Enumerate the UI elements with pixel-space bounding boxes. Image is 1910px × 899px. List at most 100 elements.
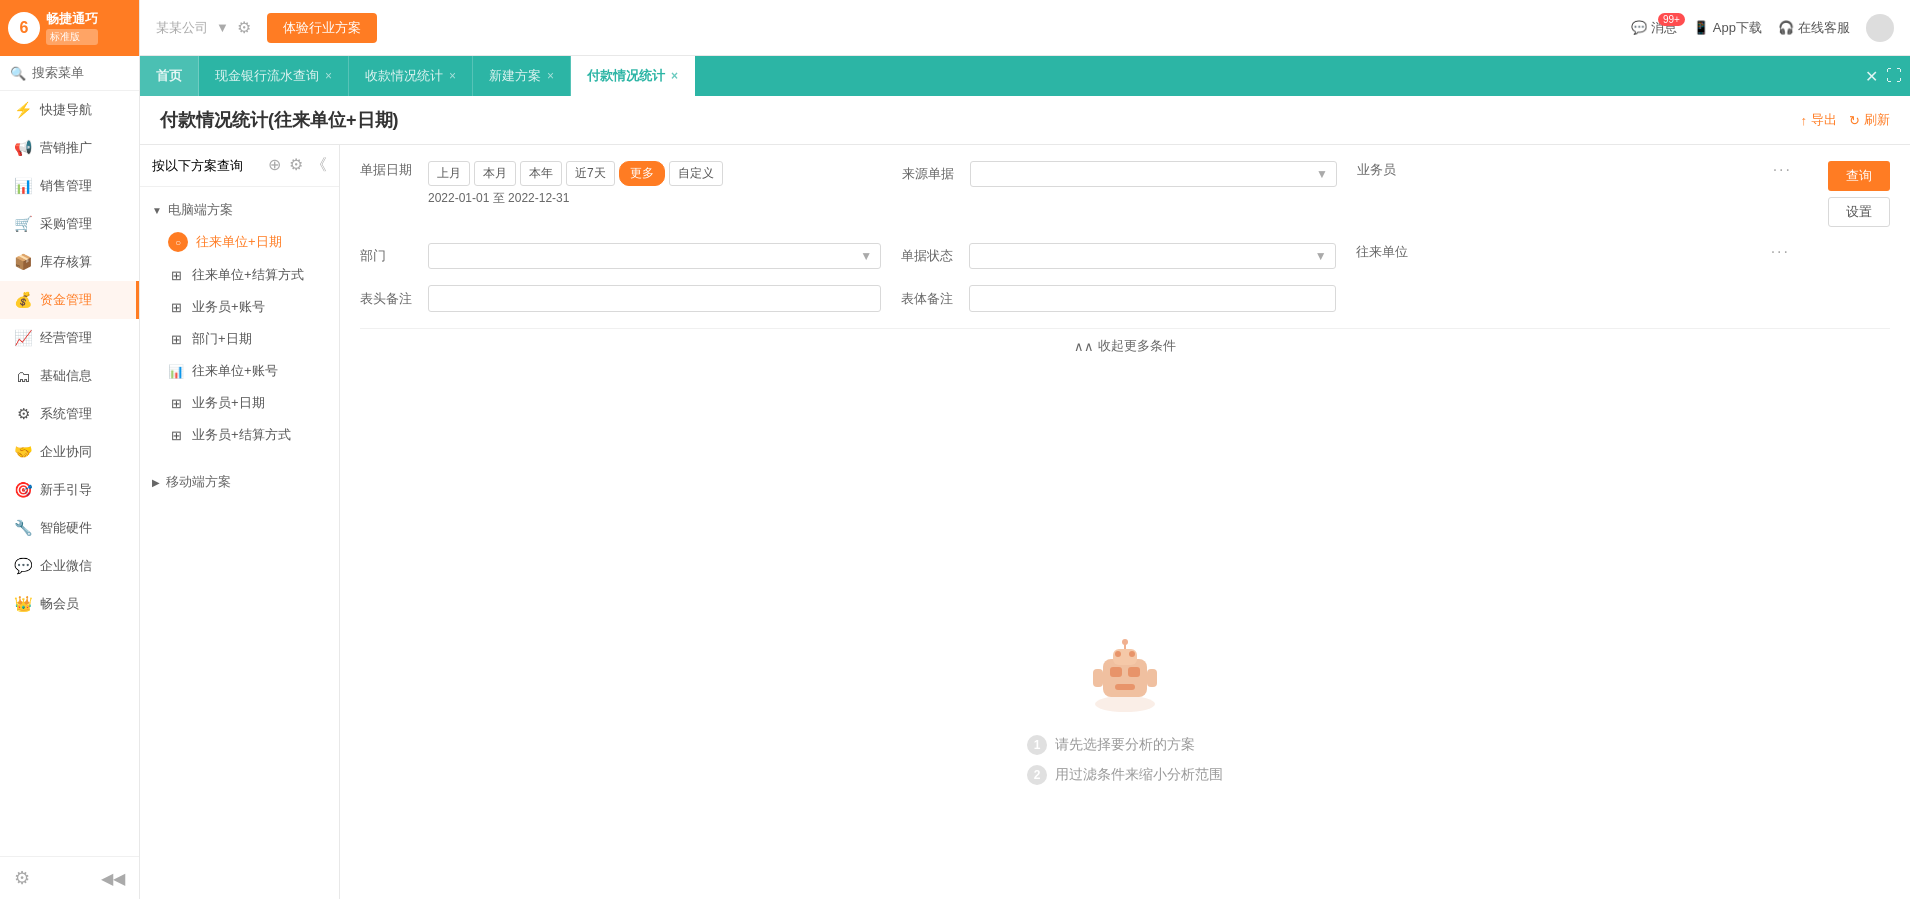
source-select[interactable]: ▼ bbox=[970, 161, 1337, 187]
user-avatar[interactable] bbox=[1866, 14, 1894, 42]
collapse-button[interactable]: ∧∧ 收起更多条件 bbox=[360, 328, 1890, 363]
online-service-item[interactable]: 🎧 在线客服 bbox=[1778, 19, 1850, 37]
sidebar-item-marketing[interactable]: 📢 营销推广 bbox=[0, 129, 139, 167]
sidebar-item-weixin[interactable]: 💬 企业微信 bbox=[0, 547, 139, 585]
header-dropdown-icon[interactable]: ▼ bbox=[216, 20, 229, 35]
tab-home[interactable]: 首页 bbox=[140, 56, 199, 96]
scheme-item-dept-date[interactable]: ⊞ 部门+日期 bbox=[140, 323, 339, 355]
sidebar-item-system[interactable]: ⚙ 系统管理 bbox=[0, 395, 139, 433]
scheme-desktop-header[interactable]: ▼ 电脑端方案 bbox=[140, 195, 339, 225]
scheme-item-label: 往来单位+日期 bbox=[196, 233, 282, 251]
date-more[interactable]: 更多 bbox=[619, 161, 665, 186]
refresh-button[interactable]: ↻ 刷新 bbox=[1849, 111, 1890, 129]
tab-payment-stats-label: 付款情况统计 bbox=[587, 67, 665, 85]
sidebar-item-hardware[interactable]: 🔧 智能硬件 bbox=[0, 509, 139, 547]
tab-receipt-stats-close[interactable]: × bbox=[449, 69, 456, 83]
search-menu[interactable]: 🔍 搜索菜单 bbox=[0, 56, 139, 91]
app-download-item[interactable]: 📱 App下载 bbox=[1693, 19, 1762, 37]
service-icon: 🎧 bbox=[1778, 20, 1794, 35]
staff-dots[interactable]: ··· bbox=[1773, 161, 1792, 179]
tab-close-all[interactable]: ✕ bbox=[1865, 67, 1878, 86]
tab-new-plan[interactable]: 新建方案 × bbox=[473, 56, 571, 96]
sidebar: 6 畅捷通巧 标准版 🔍 搜索菜单 ⚡ 快捷导航 📢 营销推广 📊 销售管理 🛒… bbox=[0, 0, 140, 899]
scheme-item-icon: ⊞ bbox=[168, 395, 184, 411]
query-button[interactable]: 查询 bbox=[1828, 161, 1890, 191]
scheme-item-unit-settle[interactable]: ⊞ 往来单位+结算方式 bbox=[140, 259, 339, 291]
sidebar-item-enterprise[interactable]: 🤝 企业协同 bbox=[0, 433, 139, 471]
app-badge: 标准版 bbox=[46, 29, 98, 45]
date-range: 2022-01-01 至 2022-12-31 bbox=[428, 190, 723, 207]
scheme-panel-header: 按以下方案查询 ⊕ ⚙ 《 bbox=[140, 145, 339, 187]
tab-new-plan-label: 新建方案 bbox=[489, 67, 541, 85]
sidebar-item-guide[interactable]: 🎯 新手引导 bbox=[0, 471, 139, 509]
svg-rect-10 bbox=[1093, 669, 1103, 687]
scheme-item-staff-date[interactable]: ⊞ 业务员+日期 bbox=[140, 387, 339, 419]
scheme-settings-icon[interactable]: ⚙ bbox=[289, 155, 303, 176]
scheme-add-icon[interactable]: ⊕ bbox=[268, 155, 281, 176]
tab-payment-stats-close[interactable]: × bbox=[671, 69, 678, 83]
empty-area: 1 请先选择要分析的方案 2 用过滤条件来缩小分析范围 bbox=[340, 505, 1910, 899]
sidebar-footer: ⚙ ◀◀ bbox=[0, 856, 139, 899]
scheme-item-label: 业务员+账号 bbox=[192, 298, 265, 316]
svg-point-6 bbox=[1115, 651, 1121, 657]
scheme-mobile-section: ▶ 移动端方案 bbox=[140, 459, 339, 505]
sidebar-item-label: 企业微信 bbox=[40, 557, 92, 575]
empty-illustration bbox=[1075, 619, 1175, 719]
sidebar-item-basic-info[interactable]: 🗂 基础信息 bbox=[0, 357, 139, 395]
tab-receipt-stats[interactable]: 收款情况统计 × bbox=[349, 56, 473, 96]
scheme-item-icon: 📊 bbox=[168, 363, 184, 379]
export-button[interactable]: ↑ 导出 bbox=[1801, 111, 1838, 129]
page-title: 付款情况统计(往来单位+日期) bbox=[160, 108, 399, 132]
dept-label: 部门 bbox=[360, 247, 420, 265]
setting-button[interactable]: 设置 bbox=[1828, 197, 1890, 227]
scheme-item-staff-account[interactable]: ⊞ 业务员+账号 bbox=[140, 291, 339, 323]
empty-tips: 1 请先选择要分析的方案 2 用过滤条件来缩小分析范围 bbox=[1027, 735, 1223, 785]
filter-form-container: 单据日期 上月 本月 本年 近7天 更多 自定义 2022-01-01 至 20… bbox=[340, 145, 1910, 505]
tab-bank-flow[interactable]: 现金银行流水查询 × bbox=[199, 56, 349, 96]
sidebar-item-inventory[interactable]: 📦 库存核算 bbox=[0, 243, 139, 281]
tab-new-plan-close[interactable]: × bbox=[547, 69, 554, 83]
footer-settings-icon[interactable]: ⚙ bbox=[14, 867, 30, 889]
sidebar-item-vip[interactable]: 👑 畅会员 bbox=[0, 585, 139, 623]
tab-bank-flow-close[interactable]: × bbox=[325, 69, 332, 83]
bill-status-select[interactable]: ▼ bbox=[969, 243, 1335, 269]
capital-icon: 💰 bbox=[14, 291, 32, 309]
tab-payment-stats[interactable]: 付款情况统计 × bbox=[571, 56, 695, 96]
sidebar-item-capital[interactable]: 💰 资金管理 bbox=[0, 281, 139, 319]
partner-dots[interactable]: ··· bbox=[1771, 243, 1790, 261]
sidebar-item-sales[interactable]: 📊 销售管理 bbox=[0, 167, 139, 205]
tip-label-1: 请先选择要分析的方案 bbox=[1055, 736, 1195, 754]
scheme-item-unit-account[interactable]: 📊 往来单位+账号 bbox=[140, 355, 339, 387]
tab-receipt-stats-label: 收款情况统计 bbox=[365, 67, 443, 85]
date-last-month[interactable]: 上月 bbox=[428, 161, 470, 186]
scheme-item-unit-date[interactable]: ○ 往来单位+日期 bbox=[140, 225, 339, 259]
scheme-item-label: 往来单位+账号 bbox=[192, 362, 278, 380]
header-settings-icon[interactable]: ⚙ bbox=[237, 18, 251, 37]
tab-maximize[interactable]: ⛶ bbox=[1886, 67, 1902, 85]
message-item[interactable]: 💬 消息 99+ bbox=[1631, 19, 1677, 37]
date-last-7[interactable]: 近7天 bbox=[566, 161, 615, 186]
trial-button[interactable]: 体验行业方案 bbox=[267, 13, 377, 43]
date-this-month[interactable]: 本月 bbox=[474, 161, 516, 186]
date-this-year[interactable]: 本年 bbox=[520, 161, 562, 186]
sidebar-item-purchase[interactable]: 🛒 采购管理 bbox=[0, 205, 139, 243]
footer-collapse-icon[interactable]: ◀◀ bbox=[101, 869, 125, 888]
body-remark-input[interactable] bbox=[969, 285, 1335, 312]
scheme-collapse-icon[interactable]: 《 bbox=[311, 155, 327, 176]
sidebar-item-label: 经营管理 bbox=[40, 329, 92, 347]
date-custom[interactable]: 自定义 bbox=[669, 161, 723, 186]
partner-label: 往来单位 bbox=[1356, 243, 1416, 261]
date-buttons: 上月 本月 本年 近7天 更多 自定义 bbox=[428, 161, 723, 186]
main-area: 某某公司 ▼ ⚙ 体验行业方案 💬 消息 99+ 📱 App下载 🎧 在线客服 bbox=[140, 0, 1910, 899]
sidebar-item-label: 新手引导 bbox=[40, 481, 92, 499]
header-remark-input[interactable] bbox=[428, 285, 881, 312]
sidebar-item-operation[interactable]: 📈 经营管理 bbox=[0, 319, 139, 357]
scheme-item-staff-settle[interactable]: ⊞ 业务员+结算方式 bbox=[140, 419, 339, 451]
export-icon: ↑ bbox=[1801, 113, 1808, 128]
dept-select[interactable]: ▼ bbox=[428, 243, 881, 269]
sidebar-item-quick-nav[interactable]: ⚡ 快捷导航 bbox=[0, 91, 139, 129]
filter-actions: 查询 设置 bbox=[1828, 161, 1890, 227]
sidebar-item-label: 基础信息 bbox=[40, 367, 92, 385]
scheme-mobile-header[interactable]: ▶ 移动端方案 bbox=[140, 467, 339, 497]
purchase-icon: 🛒 bbox=[14, 215, 32, 233]
